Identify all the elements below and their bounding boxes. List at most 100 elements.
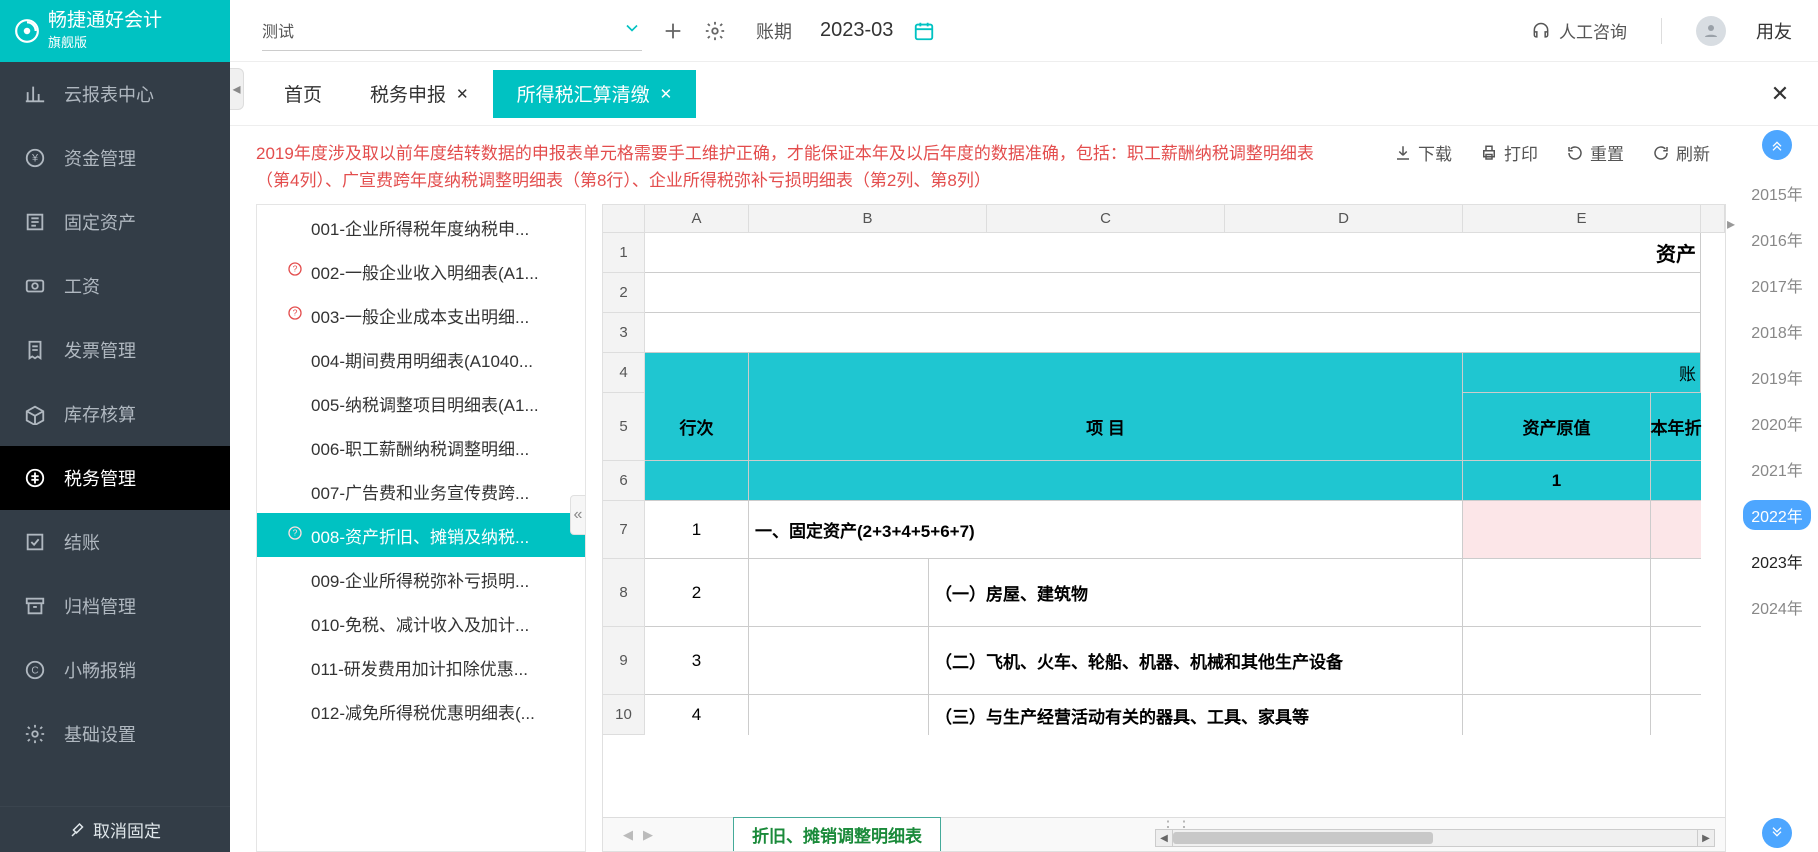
unpin-button[interactable]: 取消固定 xyxy=(0,806,230,852)
form-list-item[interactable]: 012-减免所得税优惠明细表(... xyxy=(257,689,585,733)
cell-value[interactable] xyxy=(1463,559,1651,627)
form-list-collapse-handle[interactable]: « xyxy=(570,495,586,535)
company-selector[interactable]: 测试 xyxy=(262,11,642,51)
col-header-d[interactable]: D xyxy=(1225,205,1463,233)
year-option[interactable]: 2021年 xyxy=(1743,454,1811,484)
scroll-left-button[interactable]: ◀ xyxy=(1155,829,1173,847)
sidebar-item-money[interactable]: ¥资金管理 xyxy=(0,126,230,190)
cell-header-item[interactable]: 项 目 xyxy=(749,393,1463,461)
scroll-track[interactable] xyxy=(1173,829,1697,847)
cell-line-no[interactable]: 2 xyxy=(645,559,749,627)
cell[interactable] xyxy=(749,695,929,735)
refresh-button[interactable]: 刷新 xyxy=(1652,140,1710,165)
sidebar-item-stock[interactable]: 库存核算 xyxy=(0,382,230,446)
cell[interactable]: 账 xyxy=(1463,353,1701,393)
year-option[interactable]: 2024年 xyxy=(1743,592,1811,622)
sidebar-item-asset[interactable]: 固定资产 xyxy=(0,190,230,254)
row-header[interactable]: 8 xyxy=(603,559,645,627)
year-option[interactable]: 2023年 xyxy=(1743,546,1811,576)
tab[interactable]: 税务申报✕ xyxy=(346,70,493,118)
form-list-item[interactable]: ?002-一般企业收入明细表(A1... xyxy=(257,249,585,293)
cell[interactable] xyxy=(1651,461,1701,501)
cell-item[interactable]: （二）飞机、火车、轮船、机器、机械和其他生产设备 xyxy=(929,627,1463,695)
form-list-item[interactable]: 005-纳税调整项目明细表(A1... xyxy=(257,381,585,425)
sidebar-item-xc[interactable]: C小畅报销 xyxy=(0,638,230,702)
cell[interactable]: 1 xyxy=(1463,461,1651,501)
form-list-item[interactable]: 001-企业所得税年度纳税申... xyxy=(257,205,585,249)
sheet-tab[interactable]: 折旧、摊销调整明细表 xyxy=(733,817,941,852)
year-option[interactable]: 2022年 xyxy=(1743,500,1811,530)
year-scroll-down-button[interactable] xyxy=(1762,818,1792,848)
cell[interactable] xyxy=(749,559,929,627)
year-option[interactable]: 2016年 xyxy=(1743,224,1811,254)
row-header[interactable]: 3 xyxy=(603,313,645,353)
cell-value[interactable] xyxy=(1463,627,1651,695)
support-link[interactable]: 人工咨询 xyxy=(1531,18,1627,43)
sheet-nav-first[interactable]: ◀ xyxy=(623,827,633,843)
sidebar-item-settings[interactable]: 基础设置 xyxy=(0,702,230,766)
cell-header-depr[interactable]: 本年折 xyxy=(1651,393,1701,461)
close-all-tabs-button[interactable]: ✕ xyxy=(1766,80,1794,108)
row-header[interactable]: 10 xyxy=(603,695,645,735)
cell[interactable] xyxy=(645,461,749,501)
year-option[interactable]: 2019年 xyxy=(1743,362,1811,392)
sheet-expand-handle[interactable]: ▸ xyxy=(1722,210,1736,238)
row-header[interactable]: 1 xyxy=(603,233,645,273)
year-scroll-up-button[interactable] xyxy=(1762,130,1792,160)
sidebar-item-archive[interactable]: 归档管理 xyxy=(0,574,230,638)
cell-item[interactable]: 一、固定资产(2+3+4+5+6+7) xyxy=(749,501,1463,559)
cell-value[interactable] xyxy=(1651,559,1701,627)
cell[interactable] xyxy=(645,313,1701,353)
form-list-item[interactable]: 010-免税、减计收入及加计... xyxy=(257,601,585,645)
form-list-item[interactable]: 009-企业所得税弥补亏损明... xyxy=(257,557,585,601)
sidebar-item-close[interactable]: 结账 xyxy=(0,510,230,574)
cell-value[interactable] xyxy=(1463,695,1651,735)
year-option[interactable]: 2020年 xyxy=(1743,408,1811,438)
form-list-item[interactable]: ?003-一般企业成本支出明细... xyxy=(257,293,585,337)
cell-line-no[interactable]: 4 xyxy=(645,695,749,735)
row-header[interactable]: 6 xyxy=(603,461,645,501)
tab[interactable]: 首页 xyxy=(260,70,346,118)
col-header-b[interactable]: B xyxy=(749,205,987,233)
calendar-button[interactable] xyxy=(913,20,935,42)
cell-line-no[interactable]: 1 xyxy=(645,501,749,559)
tab-close-icon[interactable]: ✕ xyxy=(456,85,469,103)
scroll-right-button[interactable]: ▶ xyxy=(1697,829,1715,847)
tab[interactable]: 所得税汇算清缴✕ xyxy=(493,70,697,118)
cell-header-lineno[interactable]: 行次 xyxy=(645,393,749,461)
sidebar-item-chart[interactable]: 云报表中心 xyxy=(0,62,230,126)
cell-value[interactable] xyxy=(1651,627,1701,695)
form-list-item[interactable]: ?008-资产折旧、摊销及纳税... xyxy=(257,513,585,557)
user-avatar[interactable] xyxy=(1696,16,1726,46)
sidebar-item-salary[interactable]: 工资 xyxy=(0,254,230,318)
col-header-a[interactable]: A xyxy=(645,205,749,233)
sheet-nav-last[interactable]: ▶ xyxy=(643,827,653,843)
col-header-e[interactable]: E xyxy=(1463,205,1701,233)
print-button[interactable]: 打印 xyxy=(1480,140,1538,165)
row-header[interactable]: 5 xyxy=(603,393,645,461)
horizontal-scrollbar[interactable]: ◀ ▶ xyxy=(1155,829,1715,847)
row-header[interactable]: 9 xyxy=(603,627,645,695)
reset-button[interactable]: 重置 xyxy=(1566,140,1624,165)
cell-value[interactable] xyxy=(1651,695,1701,735)
form-list-item[interactable]: 006-职工薪酬纳税调整明细... xyxy=(257,425,585,469)
cell[interactable] xyxy=(749,461,1463,501)
year-option[interactable]: 2015年 xyxy=(1743,178,1811,208)
settings-button[interactable] xyxy=(704,20,726,42)
cell-header-orig[interactable]: 资产原值 xyxy=(1463,393,1651,461)
cell-item[interactable]: （三）与生产经营活动有关的器具、工具、家具等 xyxy=(929,695,1463,735)
row-header[interactable]: 7 xyxy=(603,501,645,559)
user-name[interactable]: 用友 xyxy=(1756,18,1792,44)
form-list-item[interactable]: 004-期间费用明细表(A1040... xyxy=(257,337,585,381)
cell[interactable]: 资产 xyxy=(645,233,1701,273)
col-header-c[interactable]: C xyxy=(987,205,1225,233)
cell[interactable] xyxy=(645,273,1701,313)
year-option[interactable]: 2018年 xyxy=(1743,316,1811,346)
add-button[interactable] xyxy=(662,20,684,42)
row-header[interactable]: 2 xyxy=(603,273,645,313)
form-list-item[interactable]: 007-广告费和业务宣传费跨... xyxy=(257,469,585,513)
sidebar-item-tax[interactable]: 税务管理 xyxy=(0,446,230,510)
download-button[interactable]: 下载 xyxy=(1394,140,1452,165)
cell-item[interactable]: （一）房屋、建筑物 xyxy=(929,559,1463,627)
year-option[interactable]: 2017年 xyxy=(1743,270,1811,300)
